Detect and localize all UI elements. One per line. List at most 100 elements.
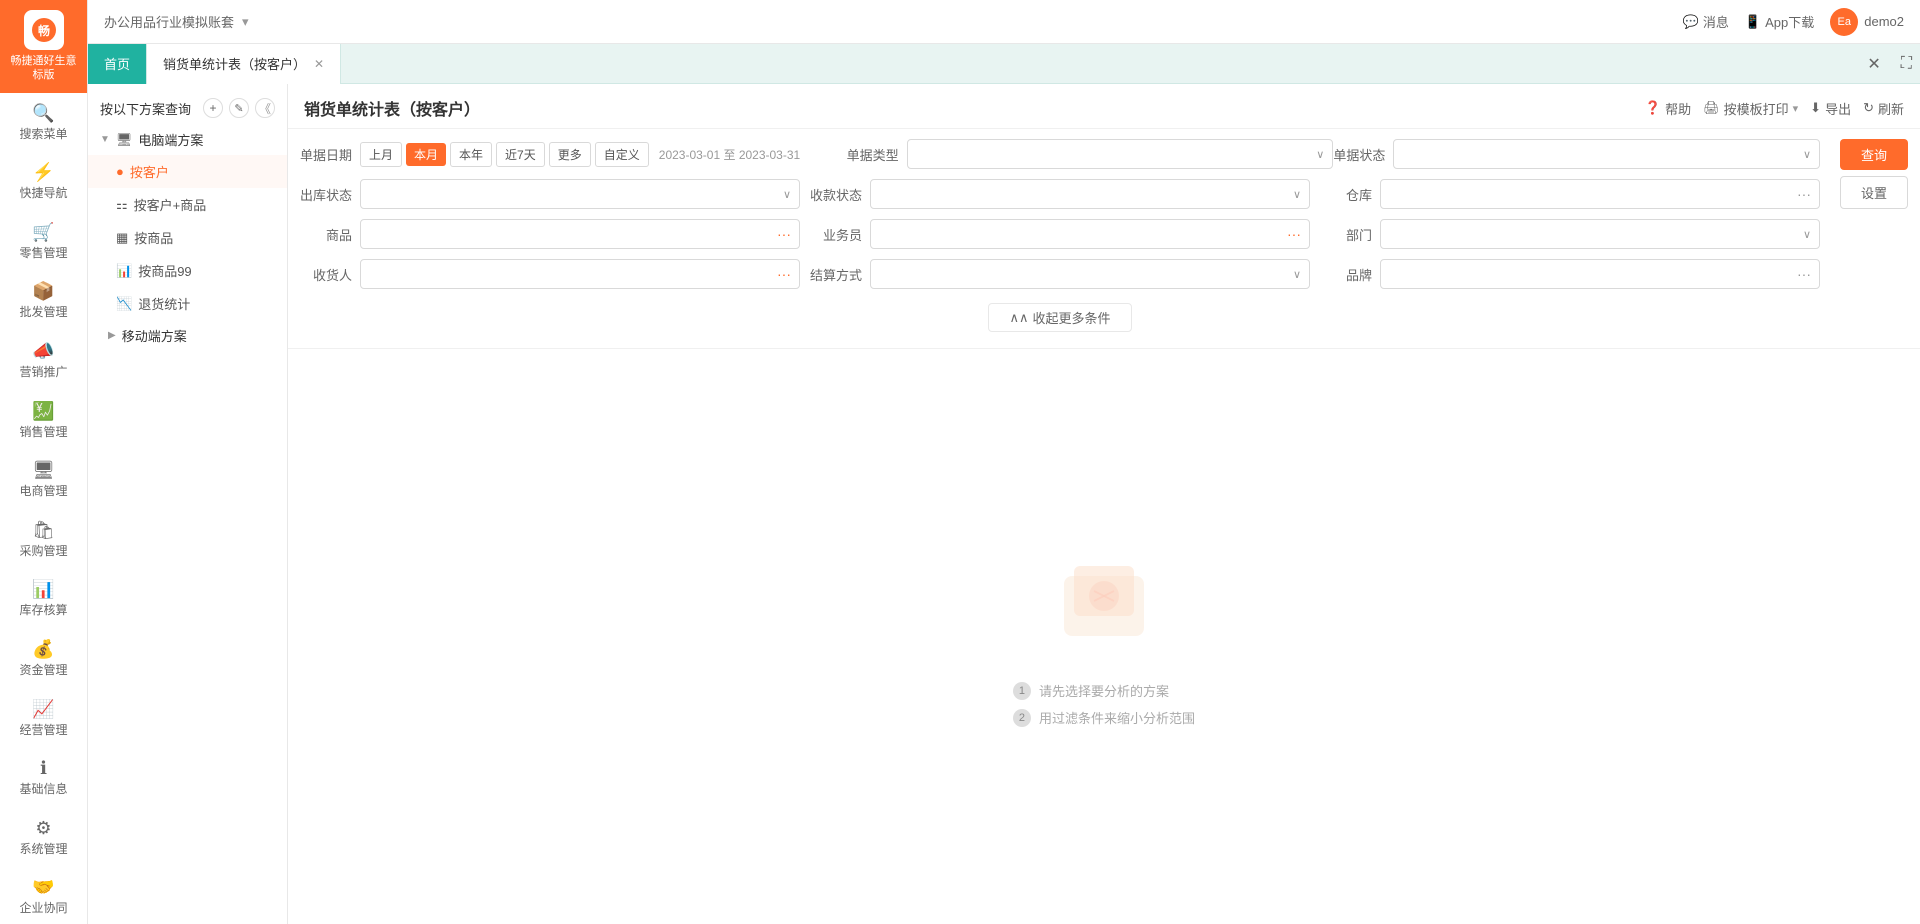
date-btn-last-month[interactable]: 上月 <box>360 142 402 167</box>
scheme-edit-button[interactable]: ✎ <box>229 98 249 118</box>
refresh-button[interactable]: ↻ 刷新 <box>1863 99 1904 118</box>
goods-dots-icon: ··· <box>777 226 791 242</box>
inventory-icon: 📊 <box>32 579 54 600</box>
sidebar-item-quick-nav[interactable]: ⚡ 快捷导航 <box>0 152 87 212</box>
finance-icon: 💰 <box>32 639 54 660</box>
scheme-group-mobile-title[interactable]: ▶ 移动端方案 <box>88 320 287 351</box>
sidebar-item-label: 批发管理 <box>19 305 67 321</box>
scheme-group-mobile: ▶ 移动端方案 <box>88 320 287 351</box>
warehouse-label: 仓库 <box>1320 185 1380 204</box>
sidebar-item-ecommerce[interactable]: 🖥 电商管理 <box>0 450 87 510</box>
settings-button[interactable]: 设置 <box>1840 176 1908 209</box>
help-icon: ❓ <box>1645 100 1661 116</box>
scheme-add-button[interactable]: + <box>203 98 223 118</box>
scheme-item-customer-goods-label: 按客户+商品 <box>134 195 207 214</box>
sidebar-item-label: 资金管理 <box>19 663 67 679</box>
consignee-input[interactable]: ··· <box>360 259 800 289</box>
scheme-item-by-goods[interactable]: ▦ 按商品 <box>88 221 287 254</box>
sidebar-item-search[interactable]: 🔍 搜索菜单 <box>0 93 87 153</box>
brand-input[interactable]: ··· <box>1380 259 1820 289</box>
query-buttons-area: 查询 设置 <box>1832 129 1920 209</box>
message-icon: 💬 <box>1683 14 1699 30</box>
empty-tip-1-text: 请先选择要分析的方案 <box>1039 681 1169 700</box>
nav-title: 办公用品行业模拟账套 <box>104 12 234 31</box>
tab-sales-stat-label: 销货单统计表（按客户） <box>163 54 306 73</box>
date-btn-this-year[interactable]: 本年 <box>450 142 492 167</box>
goods-input[interactable]: ··· <box>360 219 800 249</box>
sidebar-item-label: 销售管理 <box>19 425 67 441</box>
doc-status-select[interactable]: ∨ <box>1393 139 1820 169</box>
date-btn-custom[interactable]: 自定义 <box>595 142 649 167</box>
date-btn-7days[interactable]: 近7天 <box>496 142 545 167</box>
sidebar-item-marketing[interactable]: 📣 营销推广 <box>0 331 87 391</box>
sidebar-item-label: 库存核算 <box>19 603 67 619</box>
collapse-button[interactable]: ∧∧ 收起更多条件 <box>988 303 1131 332</box>
dept-select[interactable]: ∨ <box>1380 219 1820 249</box>
scheme-item-return-stat[interactable]: 📉 退货统计 <box>88 287 287 320</box>
query-button[interactable]: 查询 <box>1840 139 1908 170</box>
purchase-icon: 🛍 <box>32 520 55 541</box>
doc-status-label: 单据状态 <box>1333 145 1393 164</box>
sidebar-item-operations[interactable]: 📈 经营管理 <box>0 689 87 749</box>
out-status-label: 出库状态 <box>300 185 360 204</box>
staff-input[interactable]: ··· <box>870 219 1310 249</box>
sidebar-item-purchase[interactable]: 🛍 采购管理 <box>0 510 87 570</box>
doc-status-arrow-icon: ∨ <box>1803 148 1811 161</box>
doc-type-select[interactable]: ∨ <box>907 139 1334 169</box>
out-status-select[interactable]: ∨ <box>360 179 800 209</box>
close-tab-icon[interactable]: ✕ <box>1855 54 1892 74</box>
sidebar-item-label: 搜索菜单 <box>19 127 67 143</box>
sidebar-item-label: 营销推广 <box>19 365 67 381</box>
filter-row-4: 收货人 ··· 结算方式 ∨ <box>300 259 1820 289</box>
payment-arrow-icon: ∨ <box>1293 268 1301 281</box>
export-icon: ⬇ <box>1810 100 1821 116</box>
consignee-label: 收货人 <box>300 265 360 284</box>
filter-date-row: 单据日期 上月 本月 本年 近7天 更多 自定义 2023-03-01 至 20… <box>300 139 1820 169</box>
enterprise-icon: 🤝 <box>32 877 54 898</box>
message-action[interactable]: 💬 消息 <box>1683 12 1729 31</box>
scheme-item-customer-goods[interactable]: ⚏ 按客户+商品 <box>88 188 287 221</box>
sidebar-item-inventory[interactable]: 📊 库存核算 <box>0 569 87 629</box>
tab-close-icon[interactable]: ✕ <box>314 57 324 71</box>
tab-right-actions: ✕ ⛶ <box>1855 54 1920 74</box>
maximize-icon[interactable]: ⛶ <box>1893 55 1920 73</box>
sidebar-item-system[interactable]: ⚙ 系统管理 <box>0 808 87 868</box>
help-button[interactable]: ❓ 帮助 <box>1645 99 1691 118</box>
scheme-collapse-button[interactable]: 《 <box>255 98 275 118</box>
template-print-button[interactable]: 🖨 按模板打印 ▾ <box>1703 99 1798 118</box>
scheme-group-desktop-label: 电脑端方案 <box>138 130 203 149</box>
scheme-group-desktop-title[interactable]: ▼ 🖥 电脑端方案 <box>88 124 287 155</box>
tab-sales-stat[interactable]: 销货单统计表（按客户） ✕ <box>147 44 341 84</box>
date-btn-this-month[interactable]: 本月 <box>406 143 446 166</box>
date-btn-more[interactable]: 更多 <box>549 142 591 167</box>
empty-tip-2: 2 用过滤条件来缩小分析范围 <box>1013 708 1195 727</box>
receipt-status-select[interactable]: ∨ <box>870 179 1310 209</box>
scheme-item-by-customer[interactable]: ● 按客户 <box>88 155 287 188</box>
export-button[interactable]: ⬇ 导出 <box>1810 99 1851 118</box>
scheme-panel-title: 按以下方案查询 <box>100 99 191 118</box>
tab-home[interactable]: 首页 <box>88 44 147 84</box>
app-download-action[interactable]: 📱 App下载 <box>1745 12 1814 31</box>
sidebar-item-finance[interactable]: 💰 资金管理 <box>0 629 87 689</box>
doc-type-label: 单据类型 <box>847 145 907 164</box>
nav-dropdown-icon[interactable]: ▾ <box>242 14 249 30</box>
sidebar-item-wholesale[interactable]: 📦 批发管理 <box>0 271 87 331</box>
scheme-item-goods-99[interactable]: 📊 按商品99 <box>88 254 287 287</box>
empty-illustration <box>1044 546 1164 665</box>
avatar: Ea <box>1830 8 1858 36</box>
page-title-bar: 销货单统计表（按客户） ❓ 帮助 🖨 按模板打印 ▾ ⬇ <box>288 84 1920 129</box>
quick-nav-icon: ⚡ <box>32 162 54 183</box>
empty-tips: 1 请先选择要分析的方案 2 用过滤条件来缩小分析范围 <box>1013 681 1195 727</box>
collapse-row: ∧∧ 收起更多条件 <box>300 299 1820 340</box>
tip-num-1: 1 <box>1013 682 1031 700</box>
by-goods-icon: ▦ <box>116 230 128 246</box>
sidebar-item-retail[interactable]: 🛒 零售管理 <box>0 212 87 272</box>
payment-select[interactable]: ∨ <box>870 259 1310 289</box>
sidebar-item-sales[interactable]: 💹 销售管理 <box>0 391 87 451</box>
help-label: 帮助 <box>1665 99 1691 118</box>
operations-icon: 📈 <box>32 699 54 720</box>
warehouse-input[interactable]: ··· <box>1380 179 1820 209</box>
sidebar-item-enterprise[interactable]: 🤝 企业协同 <box>0 867 87 924</box>
user-info[interactable]: Ea demo2 <box>1830 8 1904 36</box>
sidebar-item-basics[interactable]: ℹ 基础信息 <box>0 748 87 808</box>
